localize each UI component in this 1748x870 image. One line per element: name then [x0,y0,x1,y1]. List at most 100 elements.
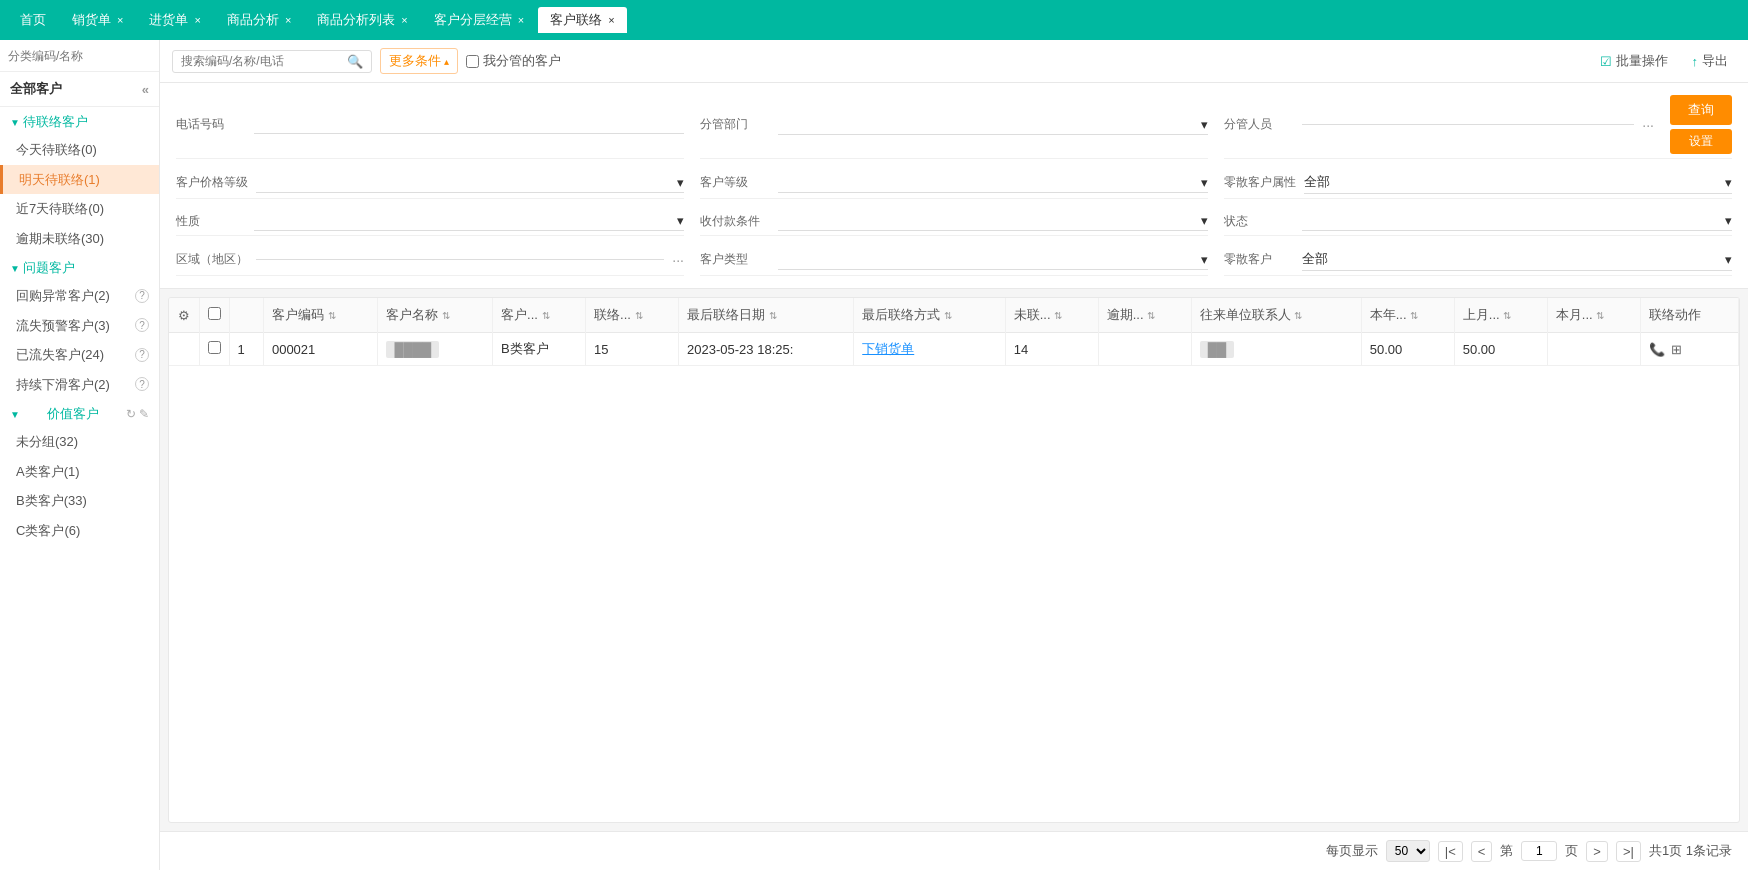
filter-price-grade-select[interactable]: ▾ [256,173,684,193]
close-purchase-order-icon[interactable]: × [194,14,200,26]
filter-manager-dots[interactable]: ··· [1642,117,1654,133]
filter-region-dots[interactable]: ··· [672,252,684,268]
collapse-icon[interactable]: « [142,82,149,97]
page-number-input[interactable] [1521,841,1557,861]
sidebar: 🔍 全部客户 « 待联络客户 今天待联络(0) 明天待联络(1) 近7天待联络(… [0,40,160,870]
main-search-icon[interactable]: 🔍 [347,54,363,69]
col-last-date[interactable]: 最后联络日期 ⇅ [679,298,854,333]
filter-status-select[interactable]: ▾ [1302,211,1732,231]
filter-phone-input[interactable] [254,115,684,134]
all-customers-label: 全部客户 [10,80,62,98]
sidebar-search-input[interactable] [8,49,158,63]
more-conditions-button[interactable]: 更多条件 [380,48,458,74]
sidebar-declining[interactable]: 持续下滑客户(2) ? [0,370,159,400]
col-overdue[interactable]: 逾期... ⇅ [1098,298,1191,333]
close-sales-order-icon[interactable]: × [117,14,123,26]
close-customer-contact-icon[interactable]: × [608,14,614,26]
section-value-customers[interactable]: 价值客户 ↻ ✎ [0,399,159,427]
sidebar-churned[interactable]: 已流失客户(24) ? [0,340,159,370]
filter-payment-select[interactable]: ▾ [778,211,1208,231]
phone-icon[interactable]: 📞 [1649,342,1665,357]
sidebar-repurchase-abnormal[interactable]: 回购异常客户(2) ? [0,281,159,311]
sidebar-c-customers[interactable]: C类客户(6) [0,516,159,546]
col-type[interactable]: 客户... ⇅ [493,298,586,333]
help-icon[interactable]: ? [135,377,149,391]
table-row: 1 000021 ████ B类客户 15 2023-05-23 18:25: … [169,333,1739,366]
last-page-button[interactable]: >| [1616,841,1641,862]
section-pending-contact[interactable]: 待联络客户 [0,107,159,135]
filter-customer-grade-select[interactable]: ▾ [778,173,1208,193]
action-icons: 📞 ⊞ [1649,342,1730,357]
filter-region: 区域（地区） ··· [176,244,684,276]
col-gear[interactable]: ⚙ [169,298,199,333]
export-button[interactable]: ↑ 导出 [1684,49,1737,73]
sidebar-7day-contact[interactable]: 近7天待联络(0) [0,194,159,224]
row-un-linked: 14 [1005,333,1098,366]
grid-icon[interactable]: ⊞ [1671,342,1682,357]
my-customers-checkbox[interactable]: 我分管的客户 [466,52,561,70]
section-problem-customers[interactable]: 问题客户 [0,253,159,281]
col-this-month[interactable]: 本月... ⇅ [1547,298,1640,333]
filter-retail-attr-label: 零散客户属性 [1224,174,1296,191]
close-product-analysis-list-icon[interactable]: × [401,14,407,26]
filter-manager: 分管人员 ··· 查询 设置 [1224,91,1732,159]
select-all-checkbox[interactable] [208,307,221,320]
nav-purchase-order[interactable]: 进货单 × [137,7,212,33]
customer-table-wrapper: ⚙ 客户编码 ⇅ 客户名称 ⇅ [168,297,1740,823]
sidebar-tomorrow-contact[interactable]: 明天待联络(1) [0,165,159,195]
all-customers-header[interactable]: 全部客户 « [0,72,159,107]
col-contact-person[interactable]: 往来单位联系人 ⇅ [1191,298,1361,333]
page-size-select[interactable]: 50 [1386,840,1430,862]
query-button[interactable]: 查询 [1670,95,1732,125]
main-search-input[interactable] [181,54,343,68]
help-icon[interactable]: ? [135,348,149,362]
nav-product-analysis[interactable]: 商品分析 × [215,7,303,33]
sidebar-ungrouped[interactable]: 未分组(32) [0,427,159,457]
col-last-month[interactable]: 上月... ⇅ [1454,298,1547,333]
nav-home[interactable]: 首页 [8,7,58,33]
col-this-year[interactable]: 本年... ⇅ [1361,298,1454,333]
row-last-method[interactable]: 下销货单 [854,333,1006,366]
setting-button[interactable]: 设置 [1670,129,1732,154]
sort-icon: ⇅ [769,310,777,321]
col-index [229,298,263,333]
sidebar-churn-warning[interactable]: 流失预警客户(3) ? [0,311,159,341]
close-product-analysis-icon[interactable]: × [285,14,291,26]
first-page-button[interactable]: |< [1438,841,1463,862]
batch-ops-button[interactable]: ☑ 批量操作 [1592,49,1676,73]
row-check[interactable] [199,333,229,366]
sidebar-a-customers[interactable]: A类客户(1) [0,457,159,487]
value-customers-icons: ↻ ✎ [126,407,149,421]
help-icon[interactable]: ? [135,289,149,303]
row-checkbox[interactable] [208,341,221,354]
close-customer-tier-icon[interactable]: × [518,14,524,26]
col-name[interactable]: 客户名称 ⇅ [378,298,493,333]
col-contact[interactable]: 联络... ⇅ [586,298,679,333]
filter-nature-select[interactable]: ▾ [254,211,684,231]
filter-customer-type-select[interactable]: ▾ [778,250,1208,270]
my-customers-check[interactable] [466,55,479,68]
nav-customer-tier[interactable]: 客户分层经营 × [422,7,536,33]
filter-dept-select[interactable]: ▾ [778,115,1208,135]
sort-icon: ⇅ [442,310,450,321]
col-last-method[interactable]: 最后联络方式 ⇅ [854,298,1006,333]
nav-product-analysis-list[interactable]: 商品分析列表 × [305,7,419,33]
filter-retail-customer-select[interactable]: 全部 ▾ [1302,248,1732,271]
filter-customer-grade: 客户等级 ▾ [700,167,1208,199]
sidebar-b-customers[interactable]: B类客户(33) [0,486,159,516]
nav-customer-contact[interactable]: 客户联络 × [538,7,626,33]
filter-phone-label: 电话号码 [176,116,246,133]
pagination-bar: 每页显示 50 |< < 第 页 > >| 共1页 1条记录 [160,831,1748,870]
sidebar-overdue-contact[interactable]: 逾期未联络(30) [0,224,159,254]
row-overdue [1098,333,1191,366]
next-page-button[interactable]: > [1586,841,1608,862]
col-check[interactable] [199,298,229,333]
filter-price-grade-label: 客户价格等级 [176,174,248,191]
col-code[interactable]: 客户编码 ⇅ [263,298,378,333]
prev-page-button[interactable]: < [1471,841,1493,862]
help-icon[interactable]: ? [135,318,149,332]
col-un-linked[interactable]: 未联... ⇅ [1005,298,1098,333]
nav-sales-order[interactable]: 销货单 × [60,7,135,33]
filter-retail-attr-select[interactable]: 全部 ▾ [1304,171,1732,194]
sidebar-today-contact[interactable]: 今天待联络(0) [0,135,159,165]
